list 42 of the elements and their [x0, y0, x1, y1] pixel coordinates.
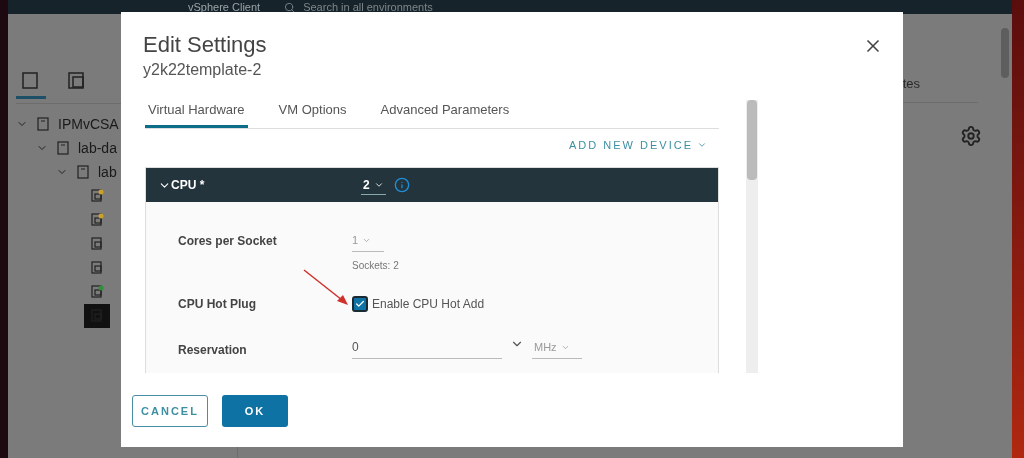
add-new-device-button[interactable]: ADD NEW DEVICE: [569, 136, 707, 153]
info-icon[interactable]: [393, 177, 410, 193]
tree-item-label[interactable]: IPMvCSA: [58, 113, 119, 135]
search-icon: [284, 1, 296, 13]
sockets-note: Sockets: 2: [352, 258, 400, 273]
cpu-label: CPU *: [171, 177, 206, 194]
vm-icon: [90, 237, 104, 251]
dialog-tab[interactable]: Virtual Hardware: [145, 100, 248, 128]
checkbox-label: Enable CPU Hot Add: [372, 295, 485, 313]
unit-select[interactable]: MHz: [532, 339, 582, 359]
dialog-scrollbar[interactable]: [747, 100, 757, 180]
folder-icon: [56, 141, 70, 155]
cores-select[interactable]: 1: [352, 232, 384, 252]
check-icon: [355, 298, 365, 309]
tree-item-label[interactable]: lab: [98, 161, 117, 183]
vm-icon: [90, 189, 104, 203]
dialog-title: Edit Settings: [143, 32, 267, 58]
app-title: vSphere Client: [188, 1, 261, 13]
field-label: Reservation: [178, 341, 248, 359]
vm-icon: [90, 261, 104, 275]
dialog-subtitle: y2k22template-2: [143, 60, 263, 80]
vm-icon: [90, 285, 104, 299]
tree-item-label[interactable]: lab-da: [78, 137, 117, 159]
vm-icon: [90, 213, 104, 227]
field-label: CPU Hot Plug: [178, 295, 257, 313]
folder-icon: [76, 165, 90, 179]
hosts-tab[interactable]: [16, 70, 46, 99]
scrollbar[interactable]: [1001, 28, 1009, 78]
cpu-section-header[interactable]: CPU * 2: [146, 168, 718, 202]
cancel-button[interactable]: CANCEL: [132, 395, 208, 427]
arrow-annotation: [302, 268, 350, 308]
ok-button[interactable]: OK: [222, 395, 288, 427]
dialog-tab[interactable]: VM Options: [275, 100, 350, 128]
cpu-count-select[interactable]: 2: [361, 175, 386, 195]
dialog-tab[interactable]: Advanced Parameters: [377, 100, 513, 128]
tab-label[interactable]: tes: [902, 74, 920, 94]
folder-icon: [36, 117, 50, 131]
search-field[interactable]: Search in all environments: [284, 1, 433, 13]
settings-icon[interactable]: [960, 124, 982, 147]
field-label: Cores per Socket: [178, 233, 278, 250]
checkbox[interactable]: [352, 295, 368, 312]
reservation-input[interactable]: 0: [352, 337, 502, 359]
